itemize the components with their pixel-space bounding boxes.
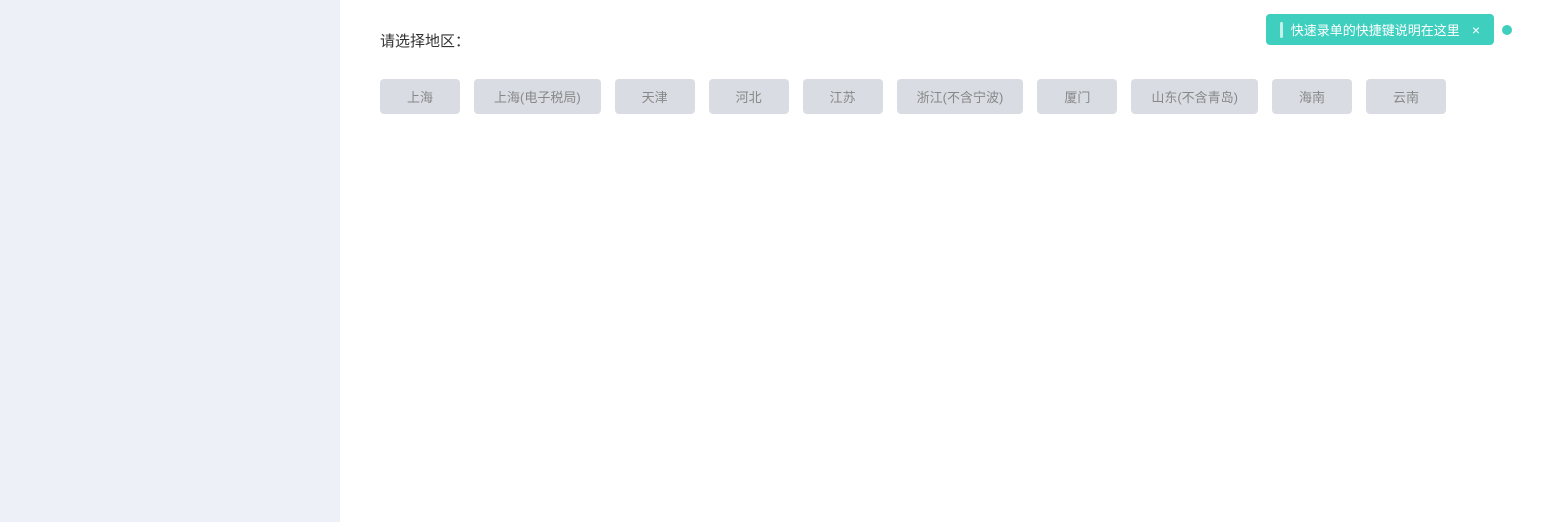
tooltip-dot-icon [1502, 25, 1512, 35]
tooltip-label: 快速录单的快捷键说明在这里 [1291, 20, 1460, 39]
bar-accent-icon [1280, 22, 1283, 38]
region-button[interactable]: 云南 [1366, 79, 1446, 114]
sidebar [0, 0, 340, 522]
tooltip-badge: 快速录单的快捷键说明在这里 × [1266, 14, 1494, 45]
region-button[interactable]: 上海(电子税局) [474, 79, 601, 114]
region-button[interactable]: 天津 [615, 79, 695, 114]
tooltip-close-icon[interactable]: × [1472, 22, 1480, 38]
region-button[interactable]: 浙江(不含宁波) [897, 79, 1024, 114]
region-button[interactable]: 海南 [1272, 79, 1352, 114]
region-button[interactable]: 山东(不含青岛) [1131, 79, 1258, 114]
main-content: 快速录单的快捷键说明在这里 × 请选择地区： 上海上海(电子税局)天津河北江苏浙… [340, 0, 1562, 522]
region-button[interactable]: 上海 [380, 79, 460, 114]
tooltip-bar: 快速录单的快捷键说明在这里 × [1266, 14, 1512, 45]
region-button[interactable]: 厦门 [1037, 79, 1117, 114]
region-buttons-container: 上海上海(电子税局) 天津河北江苏浙江(不含宁波) 厦门山东(不含青岛) 海南云南 [380, 79, 1522, 114]
region-button[interactable]: 河北 [709, 79, 789, 114]
region-button[interactable]: 江苏 [803, 79, 883, 114]
